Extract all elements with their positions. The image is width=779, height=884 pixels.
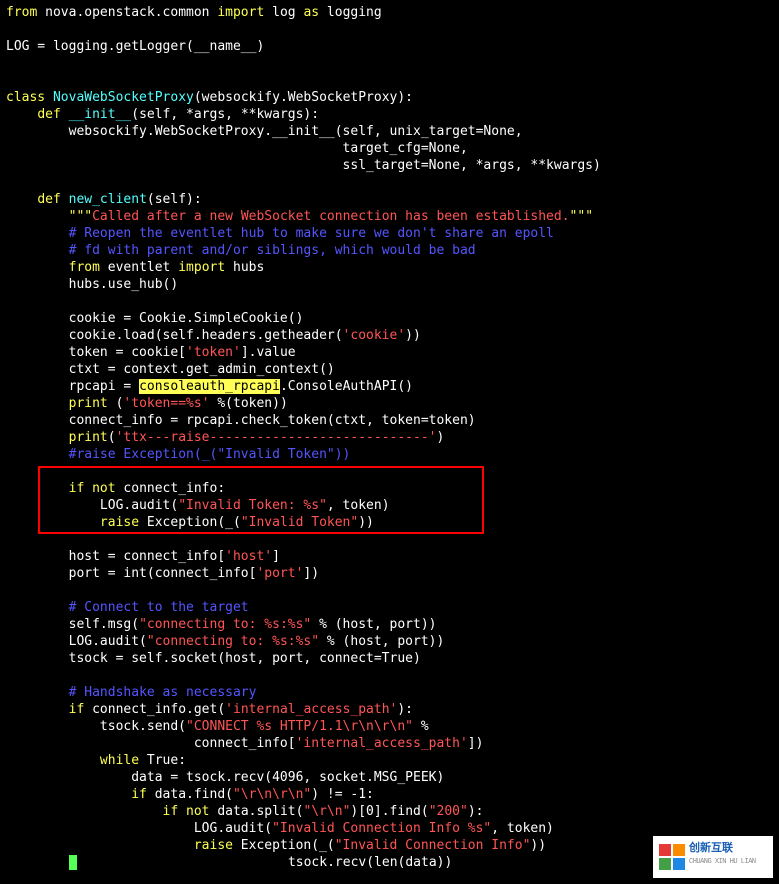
watermark-subtext: CHUANG XIN HU LIAN bbox=[689, 854, 756, 871]
cursor-icon bbox=[69, 855, 77, 870]
watermark: 创新互联 CHUANG XIN HU LIAN bbox=[653, 836, 773, 878]
code-block: from nova.openstack.common import log as… bbox=[0, 0, 779, 871]
watermark-text: 创新互联 bbox=[689, 843, 756, 854]
watermark-logo-icon bbox=[659, 844, 685, 870]
